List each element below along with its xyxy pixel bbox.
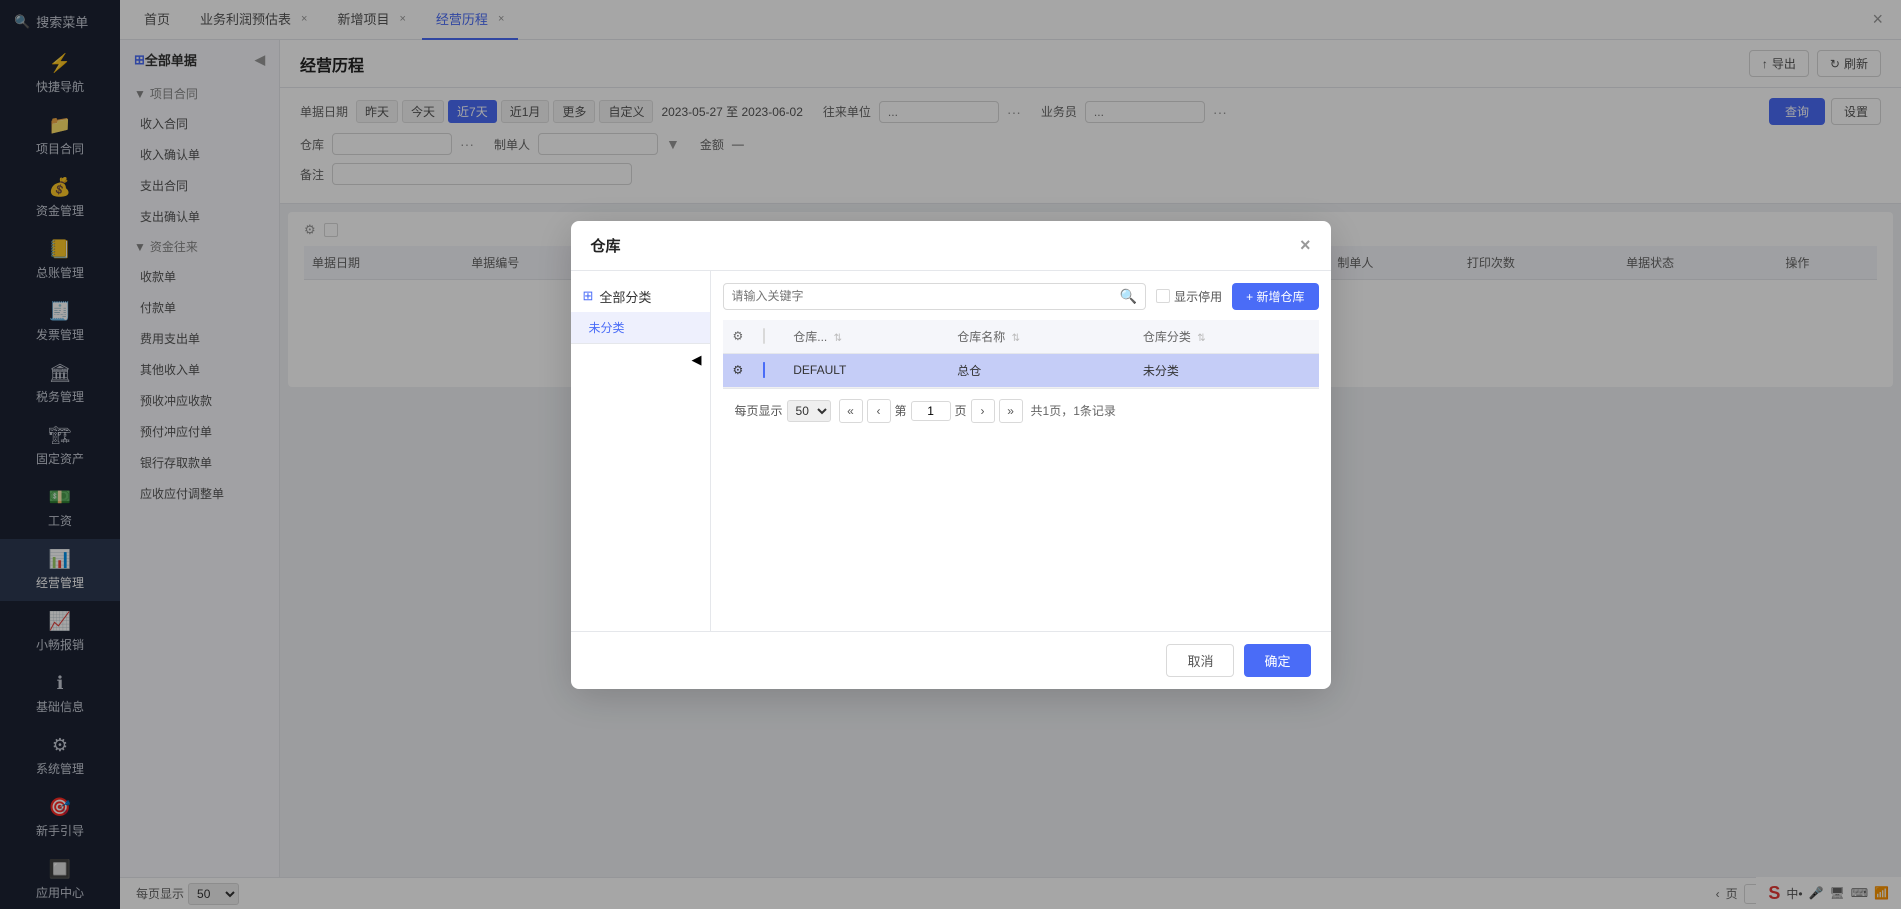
col-name-label: 仓库名称 bbox=[957, 330, 1005, 344]
row-gear: ⚙ bbox=[723, 353, 754, 387]
dialog-all-category[interactable]: ⊞ 全部分类 bbox=[571, 281, 710, 312]
all-category-label: 全部分类 bbox=[599, 287, 651, 306]
dialog-page-size: 每页显示 50 bbox=[735, 400, 831, 422]
dialog-per-page-select[interactable]: 50 bbox=[787, 400, 831, 422]
dialog-footer: 取消 确定 bbox=[571, 631, 1331, 689]
dialog-table-scroll: ⚙ 仓库... ⇅ 仓库名称 ⇅ bbox=[723, 320, 1319, 388]
sort-category-icon[interactable]: ⇅ bbox=[1197, 333, 1205, 344]
col-code-label: 仓库... bbox=[793, 330, 827, 344]
dialog-sidebar: ⊞ 全部分类 未分类 ◀ bbox=[571, 271, 711, 631]
dialog-search-input[interactable] bbox=[732, 289, 1114, 303]
dialog-col-category: 仓库分类 ⇅ bbox=[1133, 320, 1319, 354]
dialog-first-page[interactable]: « bbox=[839, 399, 863, 423]
grid-icon: ⊞ bbox=[583, 288, 594, 304]
uncategorized-label: 未分类 bbox=[589, 321, 625, 335]
dialog-uncategorized[interactable]: 未分类 bbox=[571, 312, 710, 343]
dialog-col-check bbox=[753, 320, 783, 354]
row-check bbox=[753, 353, 783, 387]
show-disabled-checkbox[interactable] bbox=[1156, 289, 1170, 303]
add-warehouse-button[interactable]: + 新增仓库 bbox=[1232, 283, 1318, 310]
dialog-prev-page[interactable]: ‹ bbox=[867, 399, 891, 423]
dialog-main: 🔍 显示停用 + 新增仓库 ⚙ bbox=[711, 271, 1331, 631]
show-disabled-wrap: 显示停用 bbox=[1156, 288, 1222, 305]
dialog-page-label: 页 bbox=[955, 402, 967, 419]
dialog-body: ⊞ 全部分类 未分类 ◀ 🔍 显示停用 + 新增仓库 bbox=[571, 271, 1331, 631]
dialog-search-icon: 🔍 bbox=[1120, 288, 1137, 305]
dialog-sidebar-collapse[interactable]: ◀ bbox=[571, 343, 710, 376]
table-row[interactable]: ⚙ DEFAULT 总仓 未分类 bbox=[723, 353, 1319, 387]
dialog-cancel-button[interactable]: 取消 bbox=[1166, 644, 1234, 677]
dialog-next-page[interactable]: › bbox=[971, 399, 995, 423]
row-code: DEFAULT bbox=[783, 353, 947, 387]
row-name: 总仓 bbox=[947, 353, 1133, 387]
table-gear-icon[interactable]: ⚙ bbox=[733, 329, 744, 343]
warehouse-dialog: 仓库 × ⊞ 全部分类 未分类 ◀ 🔍 bbox=[571, 221, 1331, 689]
sort-code-icon[interactable]: ⇅ bbox=[834, 333, 842, 344]
dialog-page-nav: « ‹ 第 页 › » bbox=[839, 399, 1023, 423]
dialog-col-gear: ⚙ bbox=[723, 320, 754, 354]
dialog-toolbar: 🔍 显示停用 + 新增仓库 bbox=[723, 283, 1319, 310]
dialog-table-head: ⚙ 仓库... ⇅ 仓库名称 ⇅ bbox=[723, 320, 1319, 354]
dialog-confirm-button[interactable]: 确定 bbox=[1244, 644, 1310, 677]
dialog-close-button[interactable]: × bbox=[1300, 235, 1311, 256]
row-gear-icon[interactable]: ⚙ bbox=[733, 363, 744, 377]
col-category-label: 仓库分类 bbox=[1143, 330, 1191, 344]
dialog-title: 仓库 bbox=[591, 235, 621, 256]
dialog-select-all[interactable] bbox=[763, 328, 765, 344]
dialog-pagination: 每页显示 50 « ‹ 第 页 › » 共1页，1条记录 bbox=[723, 388, 1319, 433]
dialog-col-name: 仓库名称 ⇅ bbox=[947, 320, 1133, 354]
dialog-search-wrap: 🔍 bbox=[723, 283, 1147, 310]
dialog-header: 仓库 × bbox=[571, 221, 1331, 271]
dialog-col-code: 仓库... ⇅ bbox=[783, 320, 947, 354]
row-category: 未分类 bbox=[1133, 353, 1319, 387]
show-disabled-label: 显示停用 bbox=[1174, 288, 1222, 305]
collapse-arrow-icon: ◀ bbox=[692, 352, 702, 368]
dialog-page-total: 共1页，1条记录 bbox=[1031, 402, 1116, 419]
dialog-per-page-label: 每页显示 bbox=[735, 402, 783, 419]
dialog-table: ⚙ 仓库... ⇅ 仓库名称 ⇅ bbox=[723, 320, 1319, 388]
dialog-last-page[interactable]: » bbox=[999, 399, 1023, 423]
dialog-table-body: ⚙ DEFAULT 总仓 未分类 bbox=[723, 353, 1319, 387]
dialog-page-input[interactable] bbox=[911, 401, 951, 421]
sort-name-icon[interactable]: ⇅ bbox=[1012, 333, 1020, 344]
dialog-page-word: 第 bbox=[895, 402, 907, 419]
row-checkbox[interactable] bbox=[763, 362, 765, 378]
